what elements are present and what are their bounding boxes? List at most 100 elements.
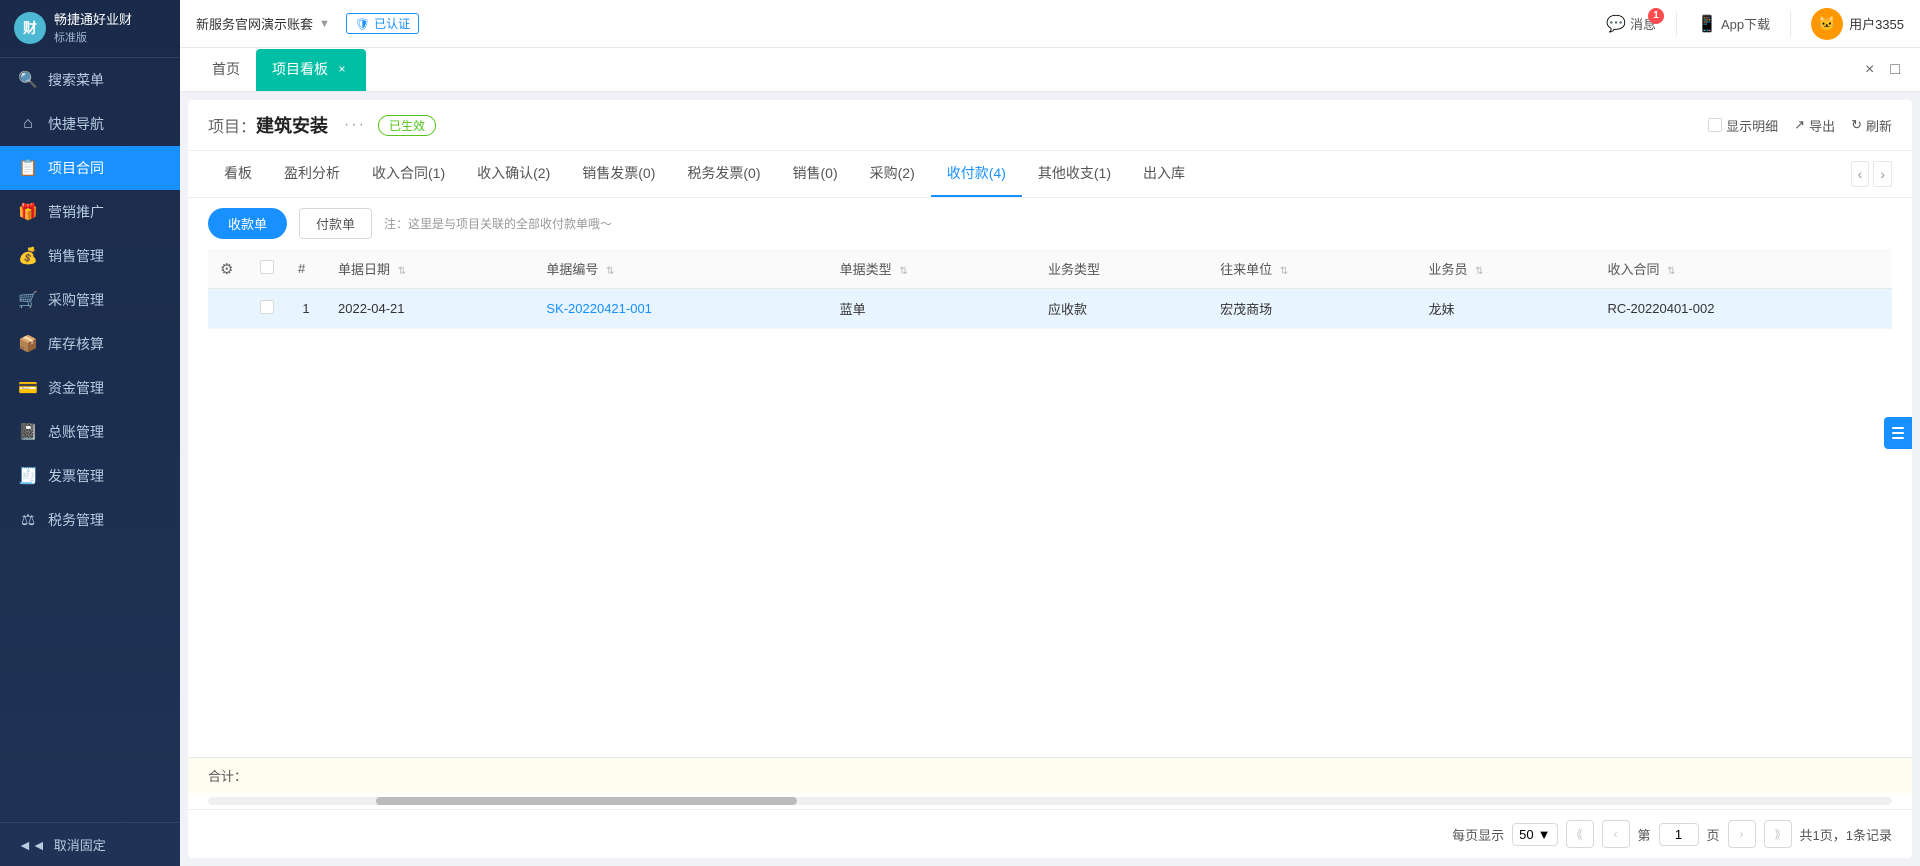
th-doc-type[interactable]: 单据类型 ⇅: [828, 249, 1036, 289]
tab-close-icon[interactable]: ×: [334, 61, 350, 77]
table-body: 1 2022-04-21 SK-20220421-001 蓝单 应收款 宏茂商场…: [208, 289, 1892, 329]
sub-nav-other[interactable]: 其他收支(1): [1022, 151, 1127, 197]
show-detail-checkbox-label[interactable]: 显示明细: [1708, 116, 1778, 135]
user-label: 用户3355: [1849, 14, 1904, 33]
app-name: 畅捷通好业财: [54, 12, 132, 29]
search-icon: 🔍: [18, 70, 38, 90]
sort-doctype-icon: ⇅: [899, 266, 907, 277]
row-checkbox[interactable]: [260, 300, 274, 314]
td-doc-no[interactable]: SK-20220421-001: [534, 289, 827, 329]
sort-contract-icon: ⇅: [1667, 266, 1675, 277]
sub-nav-sales-invoice[interactable]: 销售发票(0): [566, 151, 671, 197]
data-table: ⚙ # 单据日期 ⇅ 单据编号 ⇅: [208, 249, 1892, 329]
sidebar-item-ledger[interactable]: 📓 总账管理: [0, 410, 180, 454]
account-switcher[interactable]: 新服务官网演示账套 ▼ 🛡 已认证: [196, 13, 1606, 34]
page-word: 第: [1638, 825, 1651, 844]
refresh-button[interactable]: ↻ 刷新: [1851, 116, 1892, 135]
td-revenue-contract: RC-20220401-002: [1595, 289, 1892, 329]
sidebar-item-inventory[interactable]: 📦 库存核算: [0, 322, 180, 366]
sub-nav-purchase[interactable]: 采购(2): [854, 151, 931, 197]
pagination: 每页显示 50 ▼ ⟪ ‹ 第 页 › ⟫ 共1页，1条记录: [188, 809, 1912, 858]
home-icon: ⌂: [18, 114, 38, 134]
th-revenue-contract[interactable]: 收入合同 ⇅: [1595, 249, 1892, 289]
sidebar-item-label: 税务管理: [48, 510, 104, 530]
sidebar-item-label: 总账管理: [48, 422, 104, 442]
sort-date-icon: ⇅: [398, 266, 406, 277]
tab-project-board[interactable]: 项目看板 ×: [256, 49, 366, 91]
prev-page-button[interactable]: ‹: [1602, 820, 1630, 848]
sub-nav-revenue-confirm[interactable]: 收入确认(2): [461, 151, 566, 197]
message-button[interactable]: 💬 消息 1: [1606, 14, 1656, 34]
tabbar: 首页 项目看板 × × □: [180, 48, 1920, 92]
page-title-text: 建筑安装: [256, 116, 328, 136]
sidebar-item-invoice[interactable]: 🧾 发票管理: [0, 454, 180, 498]
sub-nav-prev-arrow[interactable]: ‹: [1851, 161, 1870, 187]
tab-home[interactable]: 首页: [196, 49, 256, 91]
sidebar-item-quicknav[interactable]: ⌂ 快捷导航: [0, 102, 180, 146]
select-all-checkbox[interactable]: [260, 260, 274, 274]
sidebar-item-project[interactable]: 📋 项目合同: [0, 146, 180, 190]
settings-icon[interactable]: ⚙: [220, 261, 233, 278]
window-close-button[interactable]: ×: [1861, 57, 1878, 83]
first-page-button[interactable]: ⟪: [1566, 820, 1594, 848]
td-biz-type: 应收款: [1036, 289, 1208, 329]
sub-nav: 看板 盈利分析 收入合同(1) 收入确认(2) 销售发票(0) 税务发票(0) …: [188, 151, 1912, 198]
app-download-button[interactable]: 📱 App下载: [1697, 14, 1770, 34]
sub-nav-payment[interactable]: 收付款(4): [931, 151, 1022, 197]
sidebar-item-marketing[interactable]: 🎁 营销推广: [0, 190, 180, 234]
scrollbar-thumb[interactable]: [376, 797, 797, 805]
purchase-icon: 🛒: [18, 290, 38, 310]
inventory-icon: 📦: [18, 334, 38, 354]
sidebar-unpin-button[interactable]: ◄◄ 取消固定: [0, 822, 180, 866]
sub-nav-next-arrow[interactable]: ›: [1873, 161, 1892, 187]
user-menu[interactable]: 🐱 用户3355: [1811, 8, 1904, 40]
per-page-value: 50: [1519, 827, 1533, 842]
export-button[interactable]: ↗ 导出: [1794, 116, 1835, 135]
td-num: 1: [286, 289, 326, 329]
sidebar-item-tax[interactable]: ⚖ 税务管理: [0, 498, 180, 542]
tabbar-controls: × □: [1861, 57, 1904, 83]
window-maximize-button[interactable]: □: [1886, 57, 1904, 83]
sub-nav-kanban[interactable]: 看板: [208, 151, 268, 197]
show-detail-checkbox[interactable]: [1708, 118, 1722, 132]
sub-nav-tax-invoice[interactable]: 税务发票(0): [671, 151, 776, 197]
refresh-label: 刷新: [1866, 116, 1892, 135]
th-doc-no[interactable]: 单据编号 ⇅: [534, 249, 827, 289]
sidebar-item-funds[interactable]: 💳 资金管理: [0, 366, 180, 410]
sidebar-item-search[interactable]: 🔍 搜索菜单: [0, 58, 180, 102]
account-name: 新服务官网演示账套: [196, 14, 313, 33]
sub-nav-profit[interactable]: 盈利分析: [268, 151, 356, 197]
last-page-button[interactable]: ⟫: [1764, 820, 1792, 848]
page-number-input[interactable]: [1659, 823, 1699, 846]
project-icon: 📋: [18, 158, 38, 178]
sub-nav-sales[interactable]: 销售(0): [777, 151, 854, 197]
table-row[interactable]: 1 2022-04-21 SK-20220421-001 蓝单 应收款 宏茂商场…: [208, 289, 1892, 329]
td-checkbox[interactable]: [248, 289, 286, 329]
per-page-select[interactable]: 50 ▼: [1512, 823, 1557, 846]
app-logo-icon: 财: [14, 12, 46, 44]
th-partner[interactable]: 往来单位 ⇅: [1208, 249, 1416, 289]
next-page-button[interactable]: ›: [1728, 820, 1756, 848]
topbar-divider: [1676, 12, 1677, 36]
sub-nav-inout[interactable]: 出入库: [1127, 151, 1201, 197]
th-date[interactable]: 单据日期 ⇅: [326, 249, 534, 289]
sidebar-item-label: 资金管理: [48, 378, 104, 398]
more-options-button[interactable]: ···: [344, 116, 366, 134]
receipt-tab-button[interactable]: 收款单: [208, 208, 287, 239]
invoice-icon: 🧾: [18, 466, 38, 486]
sidebar-item-sales[interactable]: 💰 销售管理: [0, 234, 180, 278]
payment-tab-button[interactable]: 付款单: [299, 208, 372, 239]
app-download-label: App下载: [1721, 14, 1770, 33]
side-float-button[interactable]: [1884, 417, 1912, 449]
sub-nav-revenue-contract[interactable]: 收入合同(1): [356, 151, 461, 197]
horizontal-scrollbar[interactable]: [208, 797, 1892, 805]
scrollbar-row: [188, 793, 1912, 809]
doc-no-link[interactable]: SK-20220421-001: [546, 301, 652, 316]
status-badge: 已生效: [378, 115, 436, 136]
th-salesman[interactable]: 业务员 ⇅: [1417, 249, 1596, 289]
td-salesman: 龙妹: [1417, 289, 1596, 329]
per-page-label: 每页显示: [1452, 825, 1504, 844]
sidebar-item-purchase[interactable]: 🛒 采购管理: [0, 278, 180, 322]
marketing-icon: 🎁: [18, 202, 38, 222]
th-settings[interactable]: ⚙: [208, 249, 248, 289]
